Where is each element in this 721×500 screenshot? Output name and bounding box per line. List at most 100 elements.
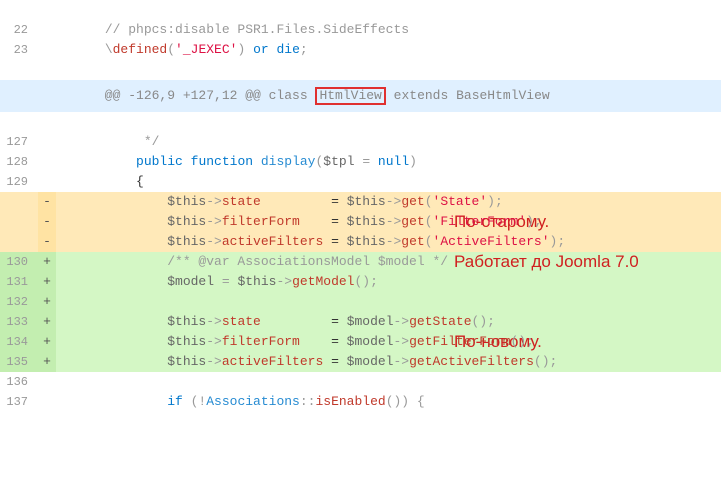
code-token: ); — [487, 194, 503, 209]
code-content[interactable]: \defined('_JEXEC') or die; — [56, 40, 721, 60]
code-token: $this — [167, 194, 206, 209]
diff-marker: - — [38, 192, 56, 212]
code-line[interactable] — [0, 0, 721, 20]
code-line[interactable]: 135+ $this->activeFilters = $model->getA… — [0, 352, 721, 372]
code-token: $model — [347, 314, 394, 329]
code-line[interactable]: 22 // phpcs:disable PSR1.Files.SideEffec… — [0, 20, 721, 40]
code-line[interactable]: 132+ — [0, 292, 721, 312]
code-token: activeFilters — [222, 354, 323, 369]
code-token: extends BaseHtmlView — [386, 88, 550, 103]
code-token: getState — [409, 314, 471, 329]
code-token: ; — [300, 42, 308, 57]
code-token: 'State' — [433, 194, 488, 209]
code-line[interactable]: - $this->state = $this->get('State');По-… — [0, 192, 721, 212]
code-line[interactable] — [0, 60, 721, 80]
code-line[interactable]: 134+ $this->filterForm = $model->getFilt… — [0, 332, 721, 352]
line-number: 128 — [0, 152, 38, 172]
code-line[interactable]: 133+ $this->state = $model->getState();П… — [0, 312, 721, 332]
code-line[interactable]: 128 public function display($tpl = null) — [0, 152, 721, 172]
code-token: $this — [237, 274, 276, 289]
code-line[interactable]: 136 — [0, 372, 721, 392]
code-token: $this — [347, 194, 386, 209]
code-token: = — [261, 194, 347, 209]
code-content[interactable]: @@ -126,9 +127,12 @@ class HtmlView exte… — [56, 80, 721, 112]
code-token: = — [323, 354, 346, 369]
diff-marker: + — [38, 332, 56, 352]
code-content[interactable]: if (!Associations::isEnabled()) { — [56, 392, 721, 412]
code-token: Associations — [206, 394, 300, 409]
code-line[interactable] — [0, 112, 721, 132]
code-token — [58, 134, 144, 149]
code-token: defined — [113, 42, 168, 57]
code-content[interactable]: // phpcs:disable PSR1.Files.SideEffects — [56, 20, 721, 40]
code-content[interactable]: $this->state = $this->get('State');По-ст… — [56, 192, 721, 212]
code-token: $this — [167, 314, 206, 329]
code-content[interactable]: */ — [56, 132, 721, 152]
code-token: */ — [144, 134, 160, 149]
line-number: 137 — [0, 392, 38, 412]
code-token: getFilterForm — [409, 334, 510, 349]
code-token: function — [191, 154, 253, 169]
code-token — [269, 42, 277, 57]
code-content[interactable]: $this->filterForm = $this->get('FilterFo… — [56, 212, 721, 232]
code-content[interactable]: /** @var AssociationsModel $model */ — [56, 252, 721, 272]
code-token: { — [58, 174, 144, 189]
code-token: activeFilters — [222, 234, 323, 249]
code-token — [58, 194, 167, 209]
code-token — [58, 214, 167, 229]
code-token — [58, 154, 136, 169]
code-token: :: — [300, 394, 316, 409]
code-token: -> — [386, 234, 402, 249]
code-line[interactable]: 137 if (!Associations::isEnabled()) { — [0, 392, 721, 412]
code-line[interactable]: 130+ /** @var AssociationsModel $model *… — [0, 252, 721, 272]
code-content[interactable]: $this->activeFilters = $model->getActive… — [56, 352, 721, 372]
code-token: $model — [347, 354, 394, 369]
code-token: (); — [511, 334, 534, 349]
code-line[interactable]: - $this->filterForm = $this->get('Filter… — [0, 212, 721, 232]
line-number: 134 — [0, 332, 38, 352]
code-token: $this — [167, 354, 206, 369]
code-content[interactable]: { — [56, 172, 721, 192]
code-line[interactable]: 23 \defined('_JEXEC') or die; — [0, 40, 721, 60]
code-line[interactable]: 129 { — [0, 172, 721, 192]
line-number: 135 — [0, 352, 38, 372]
code-token: -> — [386, 194, 402, 209]
code-token: $tpl — [323, 154, 354, 169]
code-line[interactable]: - $this->activeFilters = $this->get('Act… — [0, 232, 721, 252]
code-token: (! — [183, 394, 206, 409]
code-token — [58, 394, 167, 409]
code-line[interactable]: 131+ $model = $this->getModel(); — [0, 272, 721, 292]
code-token: = — [323, 234, 346, 249]
code-token: isEnabled — [315, 394, 385, 409]
code-token — [58, 314, 167, 329]
code-token: -> — [393, 354, 409, 369]
line-number: 129 — [0, 172, 38, 192]
code-content[interactable]: $this->filterForm = $model->getFilterFor… — [56, 332, 721, 352]
code-token: ( — [167, 42, 175, 57]
line-number: 133 — [0, 312, 38, 332]
code-line[interactable]: @@ -126,9 +127,12 @@ class HtmlView exte… — [0, 80, 721, 112]
diff-marker: + — [38, 312, 56, 332]
code-token: getActiveFilters — [409, 354, 534, 369]
code-token: -> — [276, 274, 292, 289]
code-token: display — [261, 154, 316, 169]
code-token: = — [214, 274, 237, 289]
code-token: ) — [409, 154, 417, 169]
code-token — [58, 42, 105, 57]
code-token: \ — [105, 42, 113, 57]
code-content[interactable]: $this->activeFilters = $this->get('Activ… — [56, 232, 721, 252]
code-token: -> — [206, 194, 222, 209]
code-token: $this — [167, 334, 206, 349]
code-token: -> — [386, 214, 402, 229]
code-content[interactable]: $this->state = $model->getState();По-нов… — [56, 312, 721, 332]
code-line[interactable]: 127 */ — [0, 132, 721, 152]
code-token — [58, 234, 167, 249]
code-content[interactable]: public function display($tpl = null) — [56, 152, 721, 172]
code-token: ( — [425, 214, 433, 229]
line-number: 130 — [0, 252, 38, 272]
code-token: -> — [206, 314, 222, 329]
code-token: if — [167, 394, 183, 409]
code-content[interactable]: $model = $this->getModel(); — [56, 272, 721, 292]
code-token: state — [222, 314, 261, 329]
code-token: -> — [206, 354, 222, 369]
